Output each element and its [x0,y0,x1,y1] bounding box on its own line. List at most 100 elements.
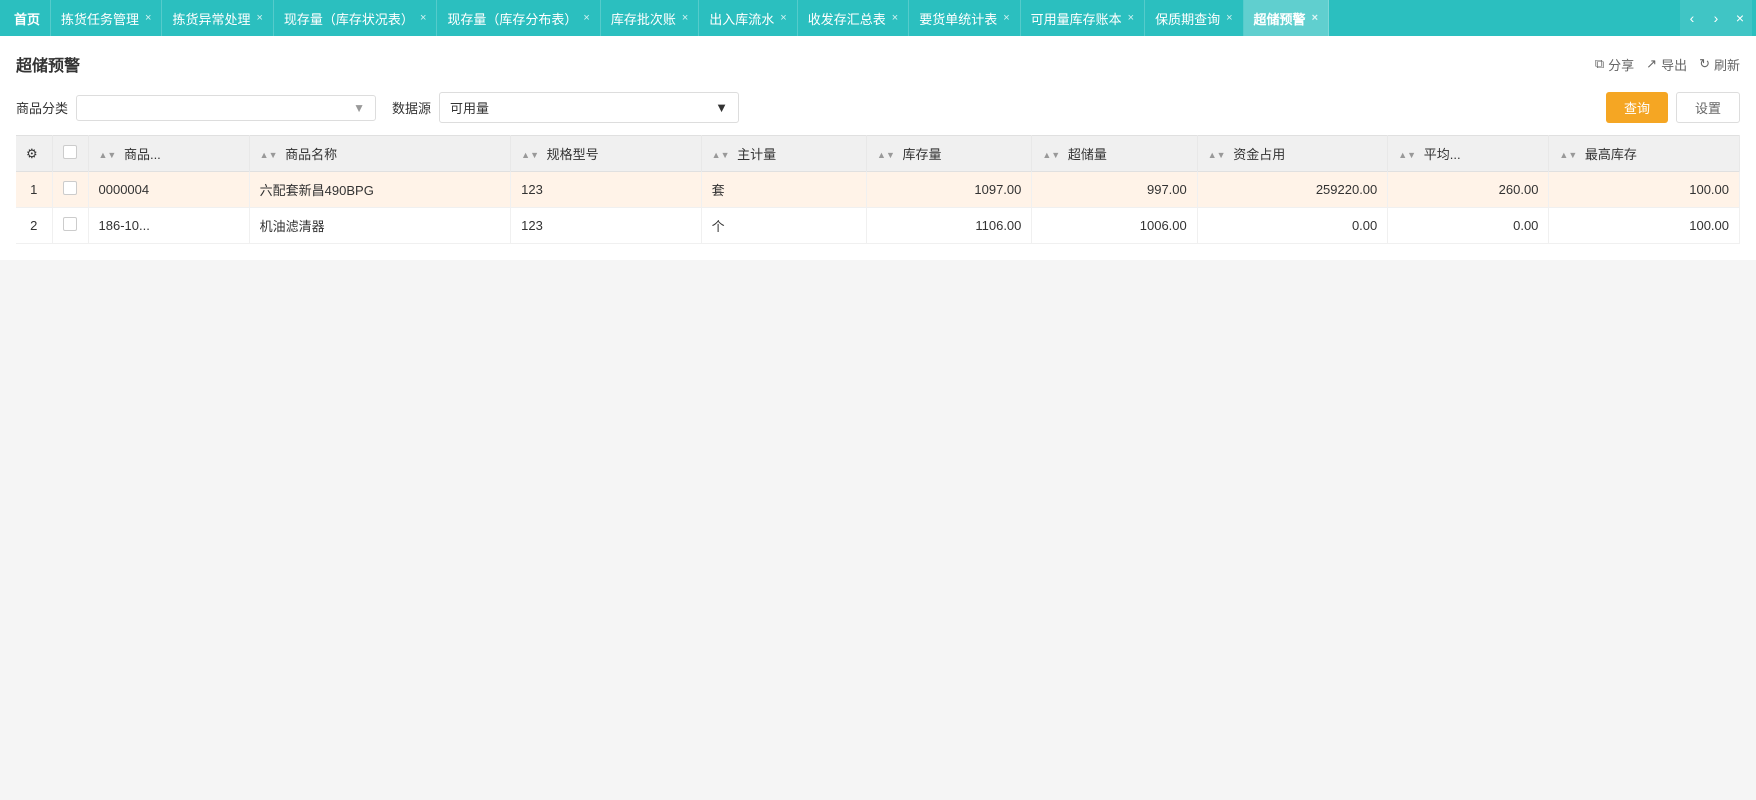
header-actions: ⧉ 分享 ↗ 导出 ↻ 刷新 [1595,55,1740,74]
max-stock-cell: 100.00 [1549,208,1740,244]
chevron-down-icon: ▼ [353,101,365,115]
goods-code-cell: 186-10... [88,208,249,244]
share-action[interactable]: ⧉ 分享 [1595,55,1634,74]
source-filter: 数据源 可用量 ▼ [392,92,739,123]
page-header: 超储预警 ⧉ 分享 ↗ 导出 ↻ 刷新 [16,52,1740,76]
max-stock-header[interactable]: ▲▼ 最高库存 [1549,136,1740,172]
nav-close-avail-acct[interactable]: × [1128,12,1134,24]
nav-close-abnormal[interactable]: × [256,12,262,24]
refresh-action[interactable]: ↻ 刷新 [1699,55,1740,74]
sort-arrows-icon-6: ▲▼ [1042,151,1060,160]
row-checkbox[interactable] [63,217,77,231]
nav-more-button[interactable]: × [1728,0,1752,36]
nav-close-inout[interactable]: × [780,12,786,24]
sort-arrows-icon-4: ▲▼ [712,151,730,160]
row-index: 2 [16,208,52,244]
nav-item-stock-dist[interactable]: 现存量（库存分布表） × [437,0,600,36]
settings-button[interactable]: 设置 [1676,92,1740,123]
stock-cell: 1097.00 [867,172,1032,208]
avg-cell: 0.00 [1388,208,1549,244]
gear-icon[interactable]: ⚙ [26,146,38,161]
nav-close-collect[interactable]: × [892,12,898,24]
stock-cell: 1106.00 [867,208,1032,244]
nav-close-task-mgmt[interactable]: × [145,12,151,24]
category-select[interactable]: ▼ [76,95,376,121]
spec-header[interactable]: ▲▼ 规格型号 [511,136,702,172]
top-nav: 首页 拣货任务管理 × 拣货异常处理 × 现存量（库存状况表） × 现存量（库存… [0,0,1756,36]
goods-name-cell: 机油滤清器 [249,208,511,244]
data-table: ⚙ ▲▼ 商品... ▲▼ 商品名称 ▲▼ 规格型号 ▲▼ [16,135,1740,244]
header-checkbox[interactable] [63,145,77,159]
sort-arrows-icon-3: ▲▼ [521,151,539,160]
nav-item-inout[interactable]: 出入库流水 × [699,0,797,36]
gear-column-header: ⚙ [16,136,52,172]
capital-cell: 0.00 [1197,208,1388,244]
sort-arrows-icon: ▲▼ [99,151,117,160]
spec-cell: 123 [511,172,702,208]
nav-next-button[interactable]: › [1704,0,1728,36]
table-row: 1 0000004 六配套新昌490BPG 123 套 1097.00 997.… [16,172,1740,208]
source-label: 数据源 [392,98,431,117]
nav-item-home[interactable]: 首页 [4,0,51,36]
nav-item-avail-acct[interactable]: 可用量库存账本 × [1021,0,1145,36]
goods-name-header[interactable]: ▲▼ 商品名称 [249,136,511,172]
nav-item-quality[interactable]: 保质期查询 × [1145,0,1243,36]
table-header-row: ⚙ ▲▼ 商品... ▲▼ 商品名称 ▲▼ 规格型号 ▲▼ [16,136,1740,172]
nav-item-task-mgmt[interactable]: 拣货任务管理 × [51,0,162,36]
sort-arrows-icon-7: ▲▼ [1208,151,1226,160]
source-value: 可用量 [450,98,489,117]
nav-item-collect[interactable]: 收发存汇总表 × [798,0,909,36]
row-checkbox-cell [52,208,88,244]
capital-cell: 259220.00 [1197,172,1388,208]
unit-cell: 个 [701,208,866,244]
nav-close-stock-status[interactable]: × [420,12,426,24]
avg-header[interactable]: ▲▼ 平均... [1388,136,1549,172]
category-label: 商品分类 [16,98,68,117]
overstock-header[interactable]: ▲▼ 超储量 [1032,136,1197,172]
export-icon: ↗ [1646,56,1657,72]
nav-arrows: ‹ › × [1680,0,1752,36]
goods-code-header[interactable]: ▲▼ 商品... [88,136,249,172]
chevron-down-icon-2: ▼ [715,100,728,115]
export-action[interactable]: ↗ 导出 [1646,55,1687,74]
overstock-cell: 997.00 [1032,172,1197,208]
nav-close-order-stat[interactable]: × [1003,12,1009,24]
goods-name-cell: 六配套新昌490BPG [249,172,511,208]
goods-code-cell: 0000004 [88,172,249,208]
source-select[interactable]: 可用量 ▼ [439,92,739,123]
nav-close-overstock[interactable]: × [1312,12,1318,24]
sort-arrows-icon-9: ▲▼ [1559,151,1577,160]
nav-item-order-stat[interactable]: 要货单统计表 × [909,0,1020,36]
row-index: 1 [16,172,52,208]
sort-arrows-icon-2: ▲▼ [260,151,278,160]
page-content: 超储预警 ⧉ 分享 ↗ 导出 ↻ 刷新 商品分类 ▼ 数据源 [0,36,1756,260]
checkbox-column-header [52,136,88,172]
category-filter: 商品分类 ▼ [16,95,376,121]
unit-header[interactable]: ▲▼ 主计量 [701,136,866,172]
avg-cell: 260.00 [1388,172,1549,208]
capital-header[interactable]: ▲▼ 资金占用 [1197,136,1388,172]
nav-item-batch[interactable]: 库存批次账 × [601,0,699,36]
row-checkbox-cell [52,172,88,208]
nav-close-stock-dist[interactable]: × [583,12,589,24]
share-icon: ⧉ [1595,56,1604,72]
nav-item-stock-status[interactable]: 现存量（库存状况表） × [274,0,437,36]
nav-prev-button[interactable]: ‹ [1680,0,1704,36]
nav-item-abnormal[interactable]: 拣货异常处理 × [162,0,273,36]
overstock-cell: 1006.00 [1032,208,1197,244]
nav-close-quality[interactable]: × [1226,12,1232,24]
spec-cell: 123 [511,208,702,244]
nav-item-overstock[interactable]: 超储预警 × [1244,0,1329,36]
row-checkbox[interactable] [63,181,77,195]
max-stock-cell: 100.00 [1549,172,1740,208]
unit-cell: 套 [701,172,866,208]
refresh-icon: ↻ [1699,56,1710,72]
stock-header[interactable]: ▲▼ 库存量 [867,136,1032,172]
filter-row: 商品分类 ▼ 数据源 可用量 ▼ 查询 设置 [16,92,1740,123]
sort-arrows-icon-8: ▲▼ [1398,151,1416,160]
nav-close-batch[interactable]: × [682,12,688,24]
page-title: 超储预警 [16,52,80,76]
query-button[interactable]: 查询 [1606,92,1668,123]
sort-arrows-icon-5: ▲▼ [877,151,895,160]
table-row: 2 186-10... 机油滤清器 123 个 1106.00 1006.00 … [16,208,1740,244]
